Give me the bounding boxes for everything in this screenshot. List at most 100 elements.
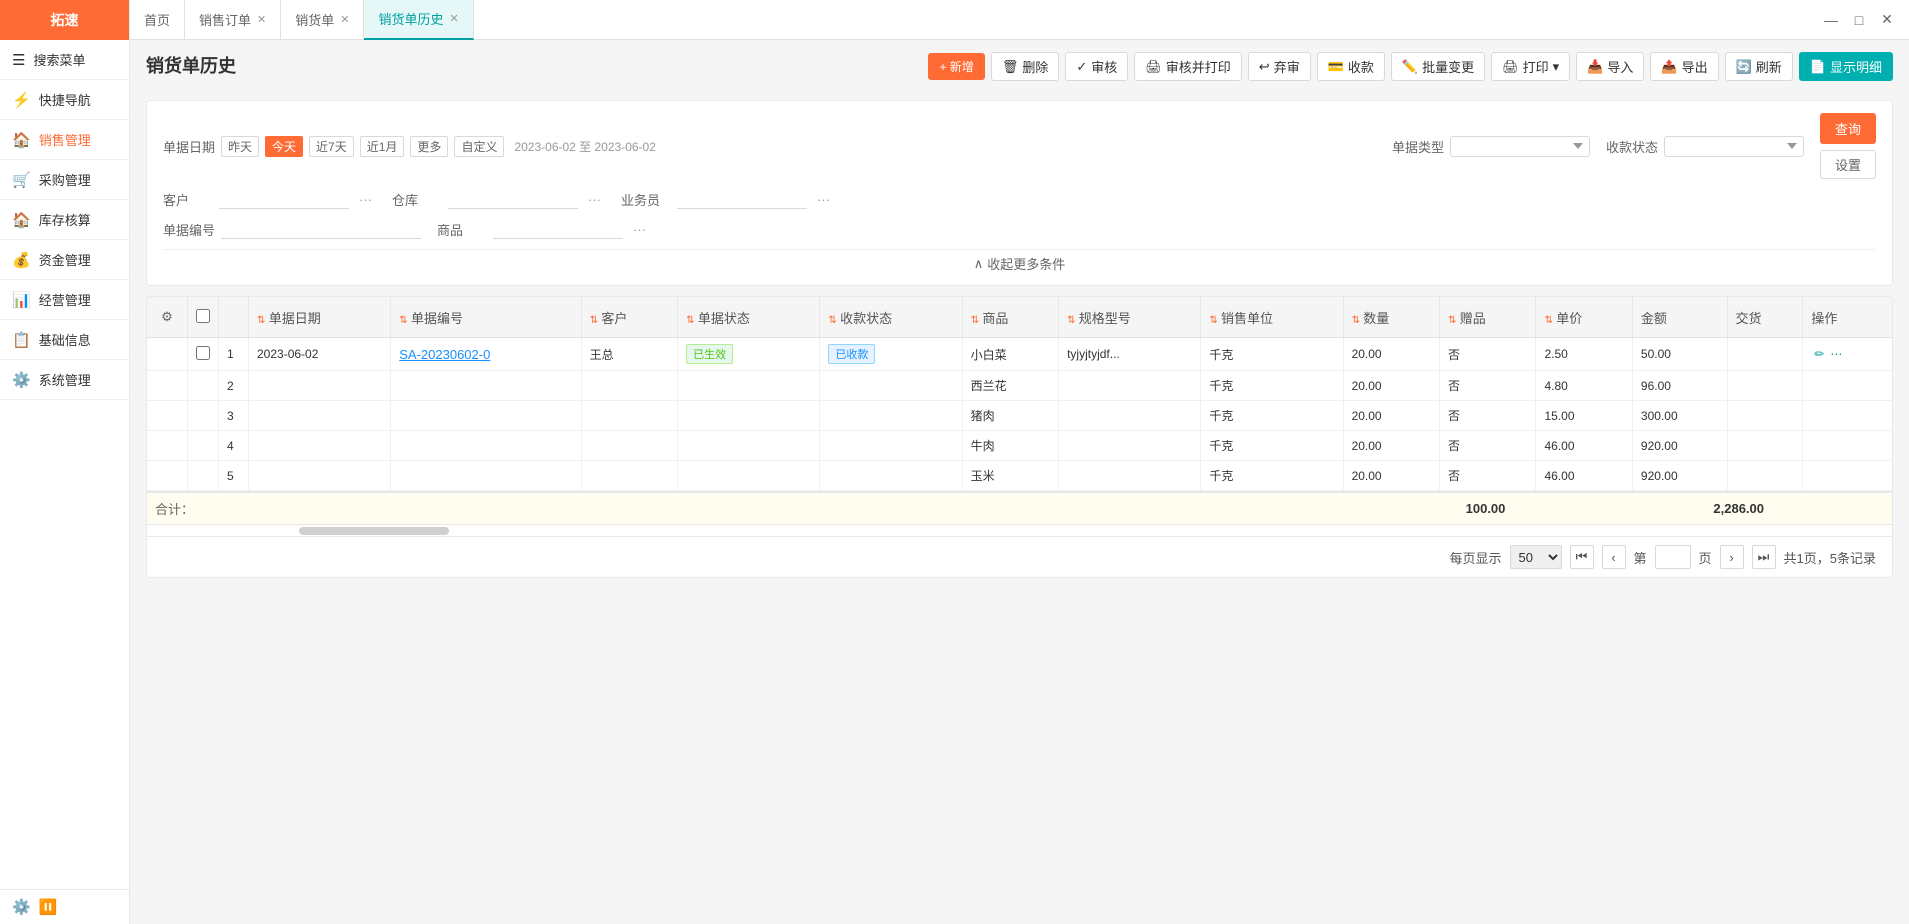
spec-sort-icon: ⇅ xyxy=(1067,315,1075,326)
th-goods[interactable]: ⇅ 商品 xyxy=(962,297,1058,338)
customer-label: 客户 xyxy=(163,190,213,209)
approve-button[interactable]: ✓ 审核 xyxy=(1065,52,1128,81)
date-btn-7days[interactable]: 近7天 xyxy=(309,136,354,157)
cell-actions-4 xyxy=(1803,461,1892,491)
pause-icon[interactable]: ⏸️ xyxy=(39,898,58,916)
th-date[interactable]: ⇅ 单据日期 xyxy=(249,297,391,338)
next-page-button[interactable]: › xyxy=(1720,545,1744,569)
th-gift[interactable]: ⇅ 赠品 xyxy=(1440,297,1536,338)
per-page-select[interactable]: 50 100 xyxy=(1510,545,1562,569)
sidebar-item-search[interactable]: ☰ 搜索菜单 xyxy=(0,40,129,80)
close-button[interactable]: ✕ xyxy=(1873,6,1901,34)
prev-page-button[interactable]: ‹ xyxy=(1602,545,1626,569)
new-button[interactable]: + 新增 xyxy=(928,53,984,80)
sidebar-item-system[interactable]: ⚙️ 系统管理 xyxy=(0,360,129,400)
row-checkbox-0[interactable] xyxy=(196,346,210,360)
date-btn-1month[interactable]: 近1月 xyxy=(360,136,405,157)
warehouse-input[interactable] xyxy=(448,189,578,209)
th-docno[interactable]: ⇅ 单据编号 xyxy=(391,297,581,338)
table-settings-icon[interactable]: ⚙ xyxy=(155,305,179,329)
page-input[interactable]: 1 xyxy=(1655,545,1691,569)
tab-home[interactable]: 首页 xyxy=(130,0,185,40)
collapse-button[interactable]: ∧ 收起更多条件 xyxy=(163,249,1876,273)
goods-ellipsis[interactable]: ··· xyxy=(629,222,650,237)
select-all-checkbox[interactable] xyxy=(196,309,210,323)
cell-delivery-0 xyxy=(1727,338,1803,371)
sidebar-item-operations[interactable]: 📊 经营管理 xyxy=(0,280,129,320)
close-tab-sales-history-icon[interactable]: ✕ xyxy=(450,12,459,25)
print-button[interactable]: 🖨 打印 ▾ xyxy=(1491,52,1570,81)
th-doc-status[interactable]: ⇅ 单据状态 xyxy=(678,297,820,338)
cell-date-1 xyxy=(249,371,391,401)
tab-sales-goods[interactable]: 销货单 ✕ xyxy=(281,0,364,40)
salesunit-sort-icon: ⇅ xyxy=(1209,315,1217,326)
horizontal-scrollbar[interactable] xyxy=(147,524,1892,536)
delete-button[interactable]: 🗑 删除 xyxy=(991,52,1060,81)
goods-input[interactable] xyxy=(493,219,623,239)
th-sales-unit[interactable]: ⇅ 销售单位 xyxy=(1201,297,1343,338)
th-quantity[interactable]: ⇅ 数量 xyxy=(1343,297,1439,338)
date-btn-custom[interactable]: 自定义 xyxy=(454,136,504,157)
th-spec[interactable]: ⇅ 规格型号 xyxy=(1059,297,1201,338)
cell-spec-1 xyxy=(1059,371,1201,401)
th-customer[interactable]: ⇅ 客户 xyxy=(581,297,677,338)
last-page-button[interactable]: ⏭ xyxy=(1752,545,1776,569)
scroll-thumb[interactable] xyxy=(299,527,449,535)
sidebar-item-quick[interactable]: ⚡ 快捷导航 xyxy=(0,80,129,120)
batch-change-button[interactable]: ✏️ 批量变更 xyxy=(1391,52,1485,81)
salesperson-input[interactable] xyxy=(677,189,807,209)
date-btn-today[interactable]: 今天 xyxy=(265,136,303,157)
refresh-button[interactable]: 🔄 刷新 xyxy=(1725,52,1793,81)
doc-type-select[interactable] xyxy=(1450,136,1590,157)
minimize-button[interactable]: — xyxy=(1817,6,1845,34)
edit-action-0[interactable]: ✏ xyxy=(1814,347,1824,361)
first-page-button[interactable]: ⏮ xyxy=(1570,545,1594,569)
cell-spec-3 xyxy=(1059,431,1201,461)
settings-bottom-icon[interactable]: ⚙️ xyxy=(12,898,31,916)
salesperson-ellipsis[interactable]: ··· xyxy=(813,192,834,207)
date-btn-more[interactable]: 更多 xyxy=(410,136,448,157)
query-button[interactable]: 查询 xyxy=(1820,113,1876,144)
filter-salesperson-item: 业务员 ··· xyxy=(621,189,834,209)
setting-button[interactable]: 设置 xyxy=(1820,150,1876,179)
close-tab-sales-goods-icon[interactable]: ✕ xyxy=(340,13,349,26)
show-details-icon: 📄 xyxy=(1810,59,1826,75)
sidebar-item-inventory[interactable]: 🏠 库存核算 xyxy=(0,200,129,240)
tab-sales-order[interactable]: 销售订单 ✕ xyxy=(185,0,281,40)
table-body: 1 2023-06-02 SA-20230602-0 王总 已生效 已收款 小白… xyxy=(147,338,1892,491)
tab-sales-history[interactable]: 销货单历史 ✕ xyxy=(364,0,473,40)
cell-salesunit-3: 千克 xyxy=(1201,431,1343,461)
docno-sort-icon: ⇅ xyxy=(399,315,407,326)
cell-actions-2 xyxy=(1803,401,1892,431)
docno-input[interactable] xyxy=(221,219,421,239)
more-action-0[interactable]: ⋯ xyxy=(1830,347,1842,361)
th-unit-price[interactable]: ⇅ 单价 xyxy=(1536,297,1632,338)
cell-date-3 xyxy=(249,431,391,461)
cell-paymentstatus-1 xyxy=(820,371,962,401)
customer-input[interactable] xyxy=(219,189,349,209)
cell-unitprice-0: 2.50 xyxy=(1536,338,1632,371)
cell-customer-2 xyxy=(581,401,677,431)
show-details-button[interactable]: 📄 显示明细 xyxy=(1799,52,1893,81)
date-btn-yesterday[interactable]: 昨天 xyxy=(221,136,259,157)
approve-print-button[interactable]: 🖨 审核并打印 xyxy=(1134,52,1242,81)
quick-icon: ⚡ xyxy=(12,91,31,109)
customer-ellipsis[interactable]: ··· xyxy=(355,192,376,207)
collect-button[interactable]: 💳 收款 xyxy=(1317,52,1385,81)
docno-link-0[interactable]: SA-20230602-0 xyxy=(399,347,490,362)
export-button[interactable]: 📤 导出 xyxy=(1650,52,1718,81)
sidebar-item-basic[interactable]: 📋 基础信息 xyxy=(0,320,129,360)
th-payment-status[interactable]: ⇅ 收款状态 xyxy=(820,297,962,338)
purchase-icon: 🛒 xyxy=(12,171,31,189)
close-tab-sales-order-icon[interactable]: ✕ xyxy=(257,13,266,26)
warehouse-ellipsis[interactable]: ··· xyxy=(584,192,605,207)
query-setting-area: 查询 设置 xyxy=(1820,113,1876,179)
sidebar-item-finance[interactable]: 💰 资金管理 xyxy=(0,240,129,280)
maximize-button[interactable]: □ xyxy=(1845,6,1873,34)
unitprice-sort-icon: ⇅ xyxy=(1544,315,1552,326)
sidebar-item-sales[interactable]: 🏠 销售管理 xyxy=(0,120,129,160)
sidebar-item-purchase[interactable]: 🛒 采购管理 xyxy=(0,160,129,200)
abandon-button[interactable]: ↩ 弃审 xyxy=(1248,52,1311,81)
import-button[interactable]: 📥 导入 xyxy=(1576,52,1644,81)
payment-status-select[interactable] xyxy=(1664,136,1804,157)
